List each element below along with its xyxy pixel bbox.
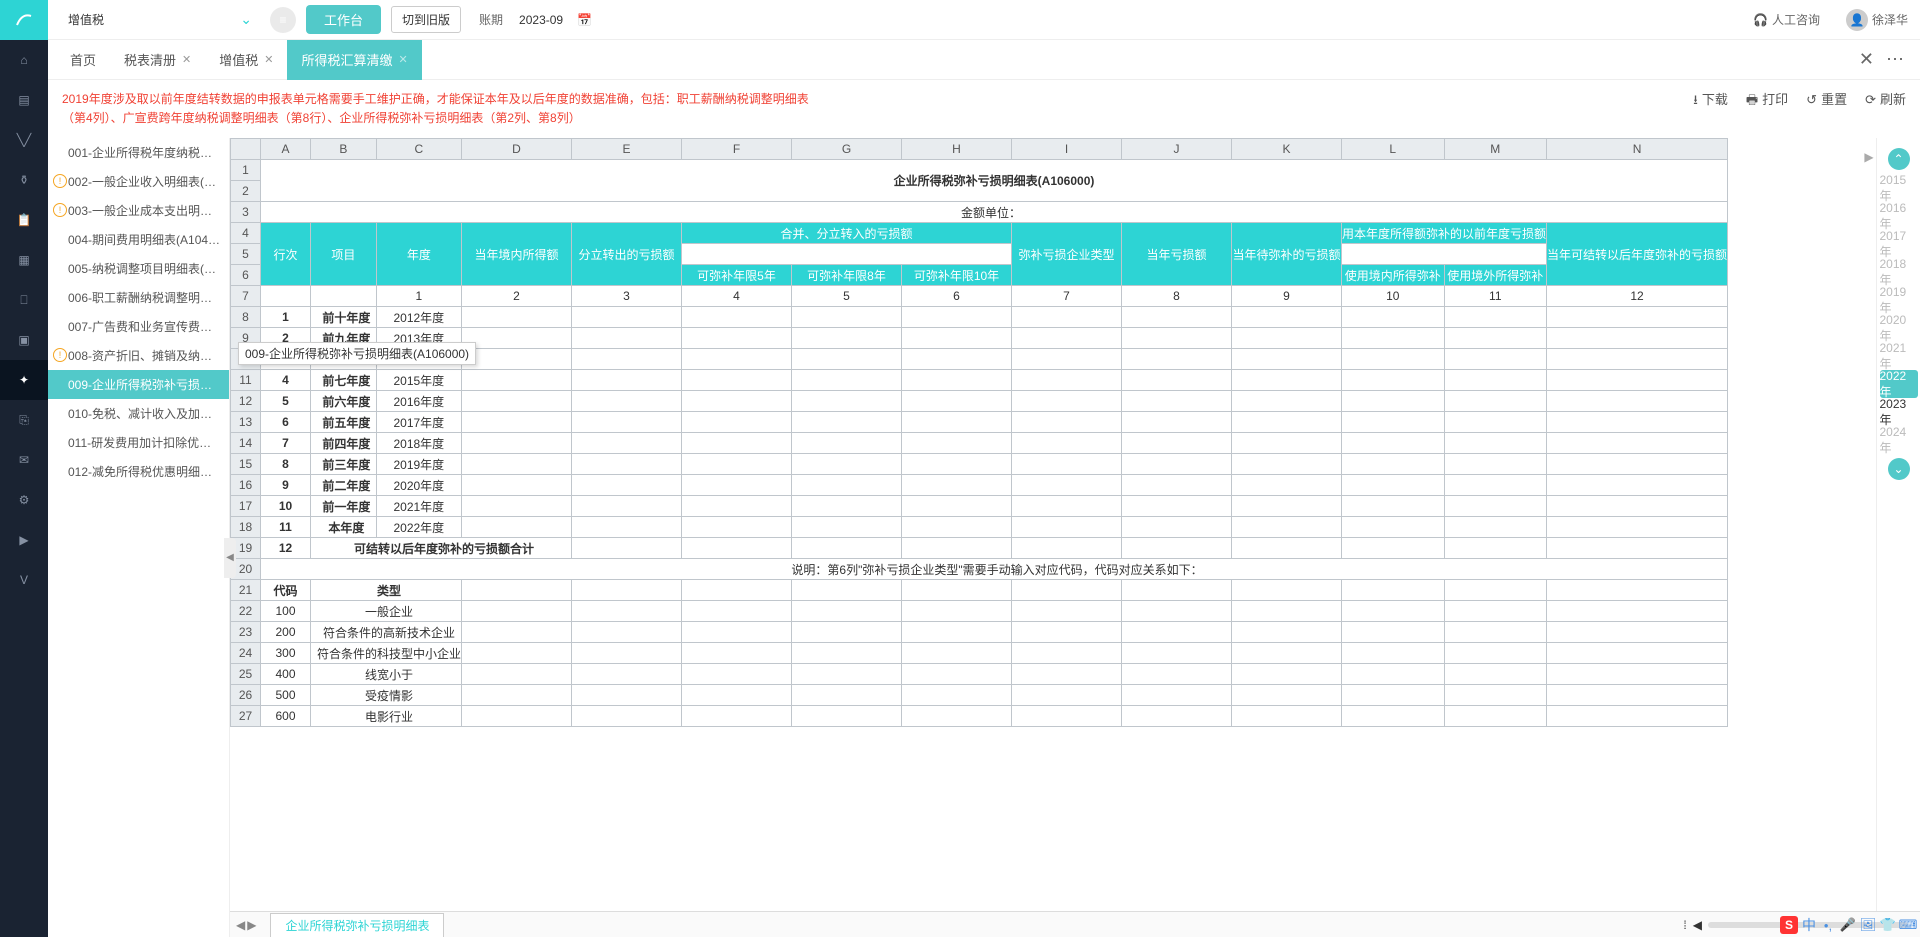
tree-item[interactable]: 009-企业所得税弥补亏损明… [48, 370, 229, 399]
current-module-icon[interactable]: ✦ [0, 360, 48, 400]
warning-text: 2019年度涉及取以前年度结转数据的申报表单元格需要手工维护正确，才能保证本年及… [62, 90, 812, 128]
headset-icon: 🎧 [1753, 13, 1768, 27]
tree-item[interactable]: 001-企业所得税年度纳税申… [48, 138, 229, 167]
year-down-button[interactable]: ⌄ [1888, 458, 1910, 480]
avatar-icon: 👤 [1846, 9, 1868, 31]
spreadsheet[interactable]: ABCDEFGHIJKLMN1企业所得税弥补亏损明细表(A106000)23金额… [230, 138, 1728, 727]
download-button[interactable]: ⭳下载 [1693, 90, 1728, 111]
ime-skin-icon[interactable]: 👕 [1880, 917, 1896, 933]
report-tree: 001-企业所得税年度纳税申…002-一般企业收入明细表(A…003-一般企业成… [48, 138, 230, 937]
download-icon: ⭳ [1693, 90, 1698, 111]
tabs-close-all[interactable]: ✕ [1859, 49, 1874, 70]
tree-item[interactable]: 012-减免所得税优惠明细表(… [48, 457, 229, 486]
year-button[interactable]: 2021年 [1880, 342, 1918, 370]
mail-icon[interactable]: ✉ [0, 440, 48, 480]
year-up-button[interactable]: ⌃ [1888, 148, 1910, 170]
ime-lang[interactable]: 中 [1802, 915, 1816, 935]
tree-item[interactable]: 005-纳税调整项目明细表(A1… [48, 254, 229, 283]
ime-bar: S 中 •, 🎤 🖼 👕 ⌨ [1780, 915, 1916, 935]
year-button[interactable]: 2023年 [1880, 398, 1918, 426]
switch-old-button[interactable]: 切到旧版 [391, 6, 461, 33]
scroll-left-icon[interactable]: ◀ [1693, 918, 1702, 932]
year-button[interactable]: 2015年 [1880, 174, 1918, 202]
tree-item[interactable]: 011-研发费用加计扣除优惠… [48, 428, 229, 457]
tab-vat[interactable]: 增值税✕ [205, 40, 287, 80]
clipboard-icon[interactable]: 📋 [0, 200, 48, 240]
close-icon[interactable]: ✕ [182, 53, 191, 66]
sheet-area[interactable]: 009-企业所得税弥补亏损明细表(A106000) ABCDEFGHIJKLMN… [230, 138, 1876, 937]
export-icon[interactable]: ⎘ [0, 400, 48, 440]
user-menu[interactable]: 👤徐泽华 [1846, 9, 1908, 31]
video-icon[interactable]: ▶ [0, 520, 48, 560]
sheet-nav-prev[interactable]: ▶ [247, 918, 256, 932]
tab-income-tax[interactable]: 所得税汇算清缴✕ [287, 40, 421, 80]
footer-sep: ⁞ [1683, 918, 1686, 932]
sheet-footer: ◀ ▶ 企业所得税弥补亏损明细表 ⁞ ◀ [230, 911, 1920, 937]
left-sidebar: ⌂ ▤ ╲╱ ⚱ 📋 ▦ ⎕ ▣ ✦ ⎘ ✉ ⚙ ▶ V [0, 0, 48, 937]
print-button[interactable]: 🖶打印 [1746, 90, 1788, 111]
bag-icon[interactable]: ⚱ [0, 160, 48, 200]
chevron-down-icon: ⌄ [240, 11, 252, 28]
reset-icon: ↺ [1806, 90, 1817, 111]
refresh-circle-icon[interactable]: ≡ [270, 7, 296, 33]
tax-type-dropdown[interactable]: 增值税 ⌄ [60, 6, 260, 34]
tab-home[interactable]: 首页 [56, 40, 110, 80]
topbar: 增值税 ⌄ ≡ 工作台 切到旧版 账期 2023-09 📅 🎧人工咨询 👤徐泽华 [48, 0, 1920, 40]
calendar-icon[interactable]: 📅 [577, 13, 592, 27]
tree-item[interactable]: 010-免税、减计收入及加计… [48, 399, 229, 428]
tree-item[interactable]: 003-一般企业成本支出明细… [48, 196, 229, 225]
ime-keyboard-icon[interactable]: ⌨ [1900, 917, 1916, 933]
reset-button[interactable]: ↺重置 [1806, 90, 1847, 111]
year-button[interactable]: 2020年 [1880, 314, 1918, 342]
consult-link[interactable]: 🎧人工咨询 [1753, 11, 1820, 28]
tree-item[interactable]: 007-广告费和业务宣传费跨… [48, 312, 229, 341]
year-button[interactable]: 2019年 [1880, 286, 1918, 314]
close-icon[interactable]: ✕ [264, 53, 273, 66]
dropdown-value: 增值税 [68, 11, 104, 28]
refresh-button[interactable]: ⟳刷新 [1865, 90, 1906, 111]
sheet-nav-first[interactable]: ◀ [236, 918, 245, 932]
home-icon[interactable]: ⌂ [0, 40, 48, 80]
year-button[interactable]: 2022年 [1880, 370, 1918, 398]
gear-icon[interactable]: ⚙ [0, 480, 48, 520]
tree-tooltip: 009-企业所得税弥补亏损明细表(A106000) [238, 342, 476, 365]
workspace-button[interactable]: 工作台 [306, 5, 381, 34]
collapse-tree-handle[interactable]: ◀ [224, 538, 236, 578]
year-button[interactable]: 2016年 [1880, 202, 1918, 230]
warning-row: 2019年度涉及取以前年度结转数据的申报表单元格需要手工维护正确，才能保证本年及… [48, 80, 1920, 138]
v-icon[interactable]: V [0, 560, 48, 600]
refresh-icon: ⟳ [1865, 90, 1876, 111]
period-value[interactable]: 2023-09 [519, 13, 563, 27]
expand-panel-handle[interactable]: ▶ [1862, 142, 1876, 172]
tree-item[interactable]: 006-职工薪酬纳税调整明细… [48, 283, 229, 312]
doc-icon[interactable]: ▤ [0, 80, 48, 120]
tree-item[interactable]: 002-一般企业收入明细表(A… [48, 167, 229, 196]
year-button[interactable]: 2017年 [1880, 230, 1918, 258]
chart-icon[interactable]: ╲╱ [0, 120, 48, 160]
sheet-tab[interactable]: 企业所得税弥补亏损明细表 [270, 913, 444, 937]
tree-item[interactable]: 004-期间费用明细表(A1040… [48, 225, 229, 254]
template-icon[interactable]: ⎕ [0, 280, 48, 320]
year-rail: ⌃ 2015年2016年2017年2018年2019年2020年2021年202… [1876, 138, 1920, 937]
ime-punct-icon[interactable]: •, [1820, 917, 1836, 933]
close-icon[interactable]: ✕ [399, 53, 408, 66]
tab-tax-list[interactable]: 税表清册✕ [110, 40, 205, 80]
year-button[interactable]: 2024年 [1880, 426, 1918, 454]
ime-pic-icon[interactable]: 🖼 [1860, 917, 1876, 933]
tabs-more[interactable]: ⋯ [1886, 49, 1904, 70]
logo-icon[interactable] [0, 0, 48, 40]
image-icon[interactable]: ▣ [0, 320, 48, 360]
report-icon[interactable]: ▦ [0, 240, 48, 280]
ime-sogou-icon[interactable]: S [1780, 916, 1798, 934]
year-button[interactable]: 2018年 [1880, 258, 1918, 286]
tree-item[interactable]: 008-资产折旧、摊销及纳税… [48, 341, 229, 370]
period-label: 账期 [479, 11, 503, 28]
ime-mic-icon[interactable]: 🎤 [1840, 917, 1856, 933]
tabs-bar: 首页 税表清册✕ 增值税✕ 所得税汇算清缴✕ ✕ ⋯ [48, 40, 1920, 80]
print-icon: 🖶 [1746, 90, 1758, 111]
